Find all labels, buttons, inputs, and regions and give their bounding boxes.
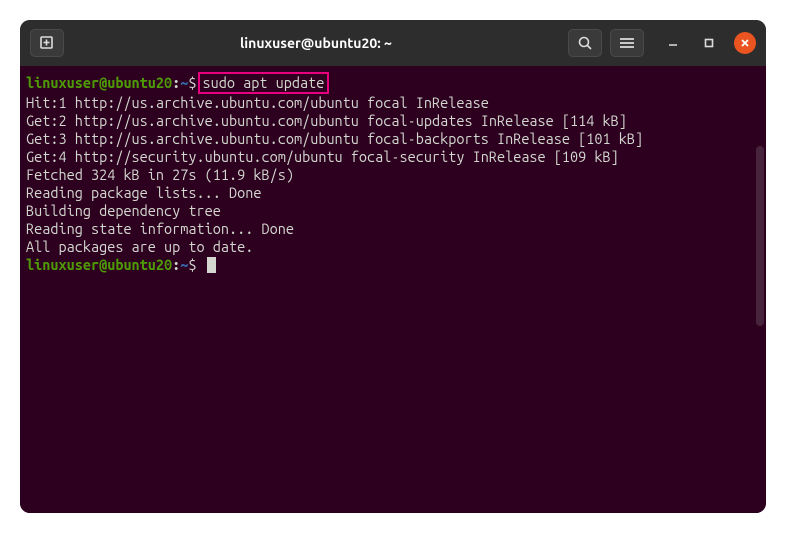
cursor xyxy=(207,257,216,273)
menu-button[interactable] xyxy=(610,29,644,57)
terminal-body[interactable]: linuxuser@ubuntu20:~$ sudo apt update Hit… xyxy=(20,66,766,513)
prompt-user: linuxuser@ubuntu20 xyxy=(26,256,172,273)
command-line: linuxuser@ubuntu20:~$sudo apt update xyxy=(26,72,760,94)
window-title: linuxuser@ubuntu20: ~ xyxy=(72,35,560,51)
prompt-user: linuxuser@ubuntu20 xyxy=(26,74,172,91)
output-line: Hit:1 http://us.archive.ubuntu.com/ubunt… xyxy=(26,94,760,112)
prompt-line: linuxuser@ubuntu20:~$ xyxy=(26,256,760,274)
search-icon xyxy=(577,35,593,51)
maximize-icon xyxy=(704,38,714,48)
search-button[interactable] xyxy=(568,29,602,57)
output-line: All packages are up to date. xyxy=(26,238,760,256)
output-line: Fetched 324 kB in 27s (11.9 kB/s) xyxy=(26,166,760,184)
command-highlight: sudo apt update xyxy=(198,72,330,94)
prompt-symbol: $ xyxy=(188,74,196,91)
new-tab-icon xyxy=(39,35,55,51)
output-line: Reading package lists... Done xyxy=(26,184,760,202)
hamburger-icon xyxy=(618,36,636,50)
window-controls xyxy=(662,32,756,54)
output-line: Get:4 http://security.ubuntu.com/ubuntu … xyxy=(26,148,760,166)
prompt-symbol: $ xyxy=(188,256,196,273)
titlebar: linuxuser@ubuntu20: ~ xyxy=(20,20,766,66)
maximize-button[interactable] xyxy=(698,32,720,54)
close-icon xyxy=(740,38,750,48)
output-line: Reading state information... Done xyxy=(26,220,760,238)
command-text: sudo apt update xyxy=(203,74,325,91)
minimize-icon xyxy=(668,38,678,48)
scrollbar[interactable] xyxy=(756,146,764,326)
terminal-window: linuxuser@ubuntu20: ~ xyxy=(20,20,766,513)
new-tab-button[interactable] xyxy=(30,29,64,57)
close-button[interactable] xyxy=(734,32,756,54)
output-line: Get:3 http://us.archive.ubuntu.com/ubunt… xyxy=(26,130,760,148)
minimize-button[interactable] xyxy=(662,32,684,54)
output-line: Building dependency tree xyxy=(26,202,760,220)
output-line: Get:2 http://us.archive.ubuntu.com/ubunt… xyxy=(26,112,760,130)
